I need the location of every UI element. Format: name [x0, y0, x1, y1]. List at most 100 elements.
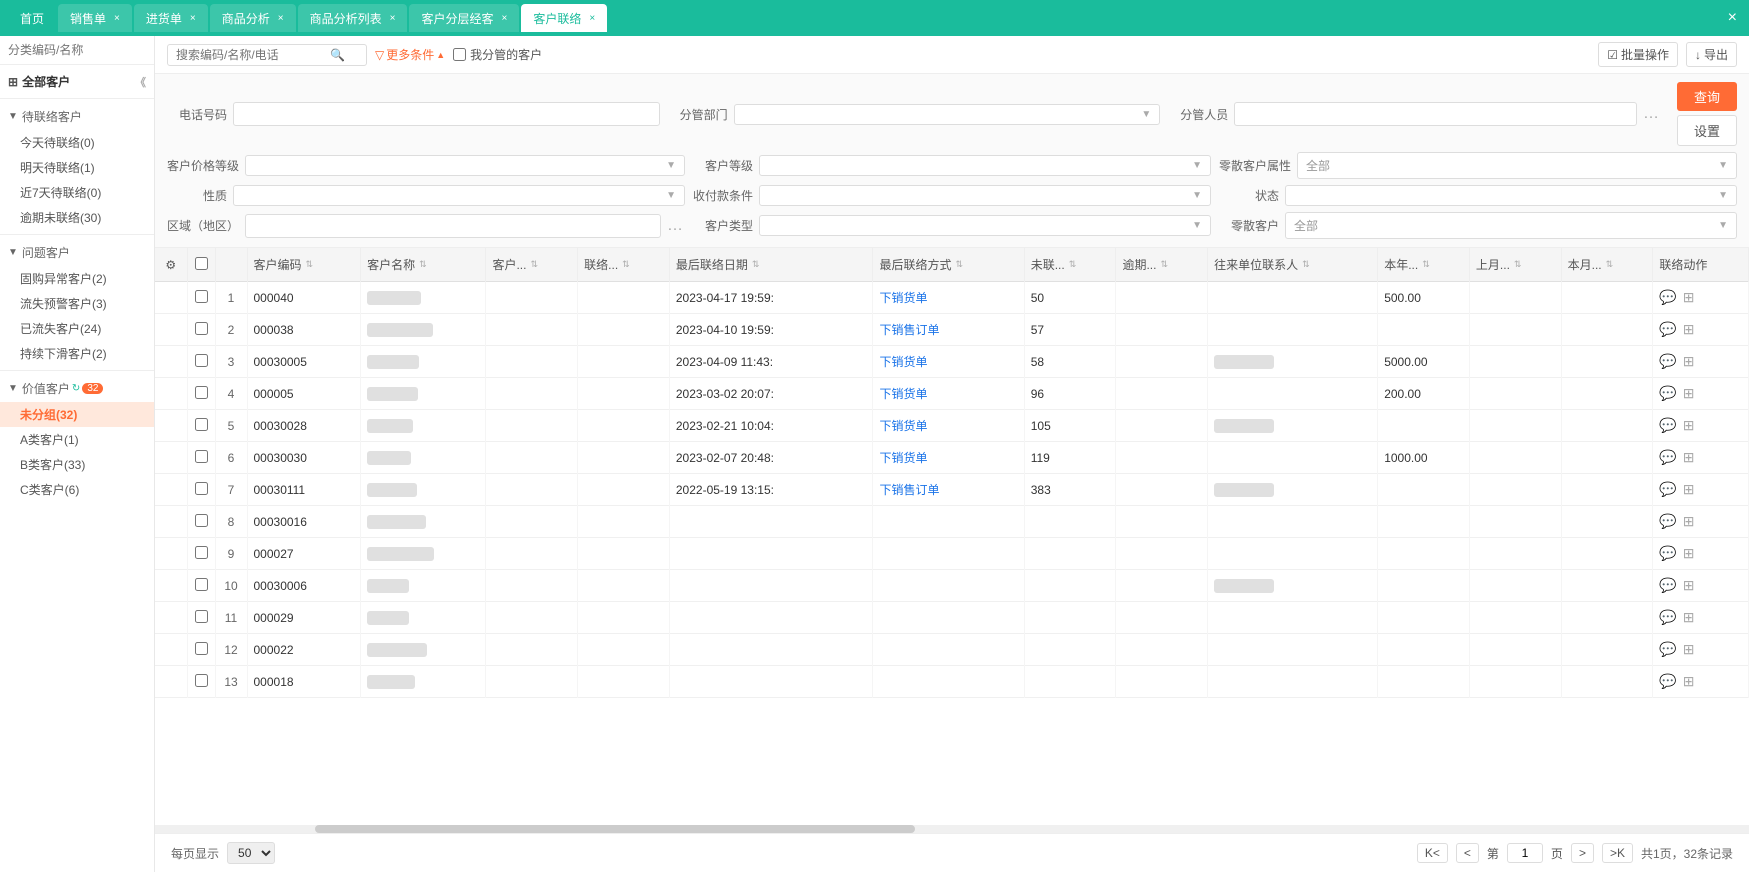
th-last-date[interactable]: 最后联络日期⇅	[669, 248, 873, 282]
sidebar-item-week-pending[interactable]: 近7天待联络(0)	[0, 180, 154, 205]
action-more-icon[interactable]: ⊞	[1683, 513, 1695, 530]
row-select-checkbox[interactable]	[195, 514, 208, 527]
row-select-checkbox[interactable]	[195, 578, 208, 591]
last-method-link[interactable]: 下销货单	[879, 451, 927, 465]
sidebar-item-declining[interactable]: 持续下滑客户(2)	[0, 341, 154, 366]
nav-tab-product-list[interactable]: 商品分析列表 ×	[298, 4, 408, 32]
th-customer-name[interactable]: 客户名称⇅	[361, 248, 486, 282]
more-conditions-button[interactable]: ▽ 更多条件 ▲	[375, 46, 445, 63]
last-method-link[interactable]: 下销货单	[879, 419, 927, 433]
row-select-checkbox[interactable]	[195, 386, 208, 399]
action-message-icon[interactable]: 💬	[1659, 673, 1676, 690]
sidebar-collapse-icon[interactable]: 《	[135, 74, 146, 90]
retail-attr-select[interactable]: 全部 ▼	[1297, 152, 1737, 179]
batch-operation-button[interactable]: ☑ 批量操作	[1598, 42, 1678, 67]
row-select-checkbox[interactable]	[195, 450, 208, 463]
action-more-icon[interactable]: ⊞	[1683, 417, 1695, 434]
sidebar-item-tomorrow-pending[interactable]: 明天待联络(1)	[0, 155, 154, 180]
th-contact[interactable]: 联络...⇅	[578, 248, 670, 282]
action-more-icon[interactable]: ⊞	[1683, 449, 1695, 466]
action-message-icon[interactable]: 💬	[1659, 545, 1676, 562]
sidebar-item-today-pending[interactable]: 今天待联络(0)	[0, 130, 154, 155]
customer-level-select[interactable]: ▼	[759, 155, 1211, 176]
action-more-icon[interactable]: ⊞	[1683, 481, 1695, 498]
action-more-icon[interactable]: ⊞	[1683, 577, 1695, 594]
th-settings[interactable]: ⚙	[155, 248, 187, 282]
sidebar-problem-group[interactable]: ▼ 问题客户	[0, 239, 154, 266]
nav-tab-product-list-close[interactable]: ×	[390, 13, 396, 24]
value-refresh-icon[interactable]: ↻	[72, 383, 80, 394]
row-select-checkbox[interactable]	[195, 482, 208, 495]
nav-tab-sales[interactable]: 销售单 ×	[58, 4, 132, 32]
th-contact-person[interactable]: 往来单位联系人⇅	[1208, 248, 1378, 282]
th-last-month[interactable]: 上月...⇅	[1469, 248, 1561, 282]
th-customer-code[interactable]: 客户编码⇅	[247, 248, 361, 282]
nav-tab-product-analysis-close[interactable]: ×	[278, 13, 284, 24]
row-select-checkbox[interactable]	[195, 290, 208, 303]
row-select-checkbox[interactable]	[195, 674, 208, 687]
action-message-icon[interactable]: 💬	[1659, 481, 1676, 498]
sidebar-item-churned[interactable]: 已流失客户(24)	[0, 316, 154, 341]
nav-tab-purchase[interactable]: 进货单 ×	[134, 4, 208, 32]
row-select-checkbox[interactable]	[195, 610, 208, 623]
action-more-icon[interactable]: ⊞	[1683, 545, 1695, 562]
prev-page-button[interactable]: <	[1456, 843, 1479, 863]
search-icon[interactable]: 🔍	[330, 48, 345, 62]
sidebar-item-churn-warning[interactable]: 流失预警客户(3)	[0, 291, 154, 316]
last-method-link[interactable]: 下销售订单	[879, 323, 939, 337]
th-last-method[interactable]: 最后联络方式⇅	[873, 248, 1024, 282]
per-page-select[interactable]: 50	[227, 842, 275, 864]
payment-terms-select[interactable]: ▼	[759, 185, 1211, 206]
region-dots-button[interactable]: …	[667, 217, 685, 235]
scrollbar-thumb[interactable]	[315, 825, 915, 833]
retail-customer-select[interactable]: 全部 ▼	[1285, 212, 1737, 239]
last-method-link[interactable]: 下销货单	[879, 387, 927, 401]
action-message-icon[interactable]: 💬	[1659, 577, 1676, 594]
th-checkbox[interactable]	[187, 248, 215, 282]
action-more-icon[interactable]: ⊞	[1683, 641, 1695, 658]
sidebar-item-class-a[interactable]: A类客户(1)	[0, 427, 154, 452]
horizontal-scrollbar[interactable]	[155, 825, 1749, 833]
reset-button[interactable]: 设置	[1677, 115, 1737, 146]
first-page-button[interactable]: K<	[1417, 843, 1448, 863]
last-method-link[interactable]: 下销售订单	[879, 483, 939, 497]
action-more-icon[interactable]: ⊞	[1683, 289, 1695, 306]
export-button[interactable]: ↓ 导出	[1686, 42, 1737, 67]
sidebar-search-input[interactable]	[8, 43, 155, 57]
action-message-icon[interactable]: 💬	[1659, 609, 1676, 626]
row-select-checkbox[interactable]	[195, 322, 208, 335]
price-level-select[interactable]: ▼	[245, 155, 685, 176]
status-select[interactable]: ▼	[1285, 185, 1737, 206]
search-input[interactable]	[176, 48, 326, 62]
nav-tab-customer-contact[interactable]: 客户联络 ×	[521, 4, 607, 32]
my-customers-checkbox[interactable]	[453, 48, 466, 61]
row-select-checkbox[interactable]	[195, 418, 208, 431]
action-message-icon[interactable]: 💬	[1659, 641, 1676, 658]
action-message-icon[interactable]: 💬	[1659, 353, 1676, 370]
last-page-button[interactable]: >K	[1602, 843, 1633, 863]
nav-tab-product-analysis[interactable]: 商品分析 ×	[210, 4, 296, 32]
action-message-icon[interactable]: 💬	[1659, 321, 1676, 338]
query-button[interactable]: 查询	[1677, 82, 1737, 111]
th-not-contact[interactable]: 未联...⇅	[1024, 248, 1116, 282]
th-this-month[interactable]: 本月...⇅	[1561, 248, 1653, 282]
customer-type-select[interactable]: ▼	[759, 215, 1211, 236]
dept-select[interactable]: ▼	[734, 104, 1161, 125]
sidebar-value-group[interactable]: ▼ 价值客户 ↻ 32	[0, 375, 154, 402]
action-message-icon[interactable]: 💬	[1659, 417, 1676, 434]
th-customer-type[interactable]: 客户...⇅	[486, 248, 578, 282]
phone-input[interactable]	[233, 102, 660, 126]
nature-select[interactable]: ▼	[233, 185, 685, 206]
manager-dots-button[interactable]: …	[1643, 105, 1661, 123]
th-this-year[interactable]: 本年...⇅	[1378, 248, 1470, 282]
action-more-icon[interactable]: ⊞	[1683, 673, 1695, 690]
sidebar-all-customers[interactable]: ⊞ 全部客户 《	[0, 65, 154, 94]
nav-tab-customer-segment-close[interactable]: ×	[501, 13, 507, 24]
action-message-icon[interactable]: 💬	[1659, 513, 1676, 530]
nav-tab-sales-close[interactable]: ×	[114, 13, 120, 24]
sidebar-item-abnormal[interactable]: 固购异常客户(2)	[0, 266, 154, 291]
sidebar-item-class-b[interactable]: B类客户(33)	[0, 452, 154, 477]
page-input[interactable]	[1507, 843, 1543, 863]
manager-input[interactable]	[1234, 102, 1637, 126]
action-more-icon[interactable]: ⊞	[1683, 321, 1695, 338]
